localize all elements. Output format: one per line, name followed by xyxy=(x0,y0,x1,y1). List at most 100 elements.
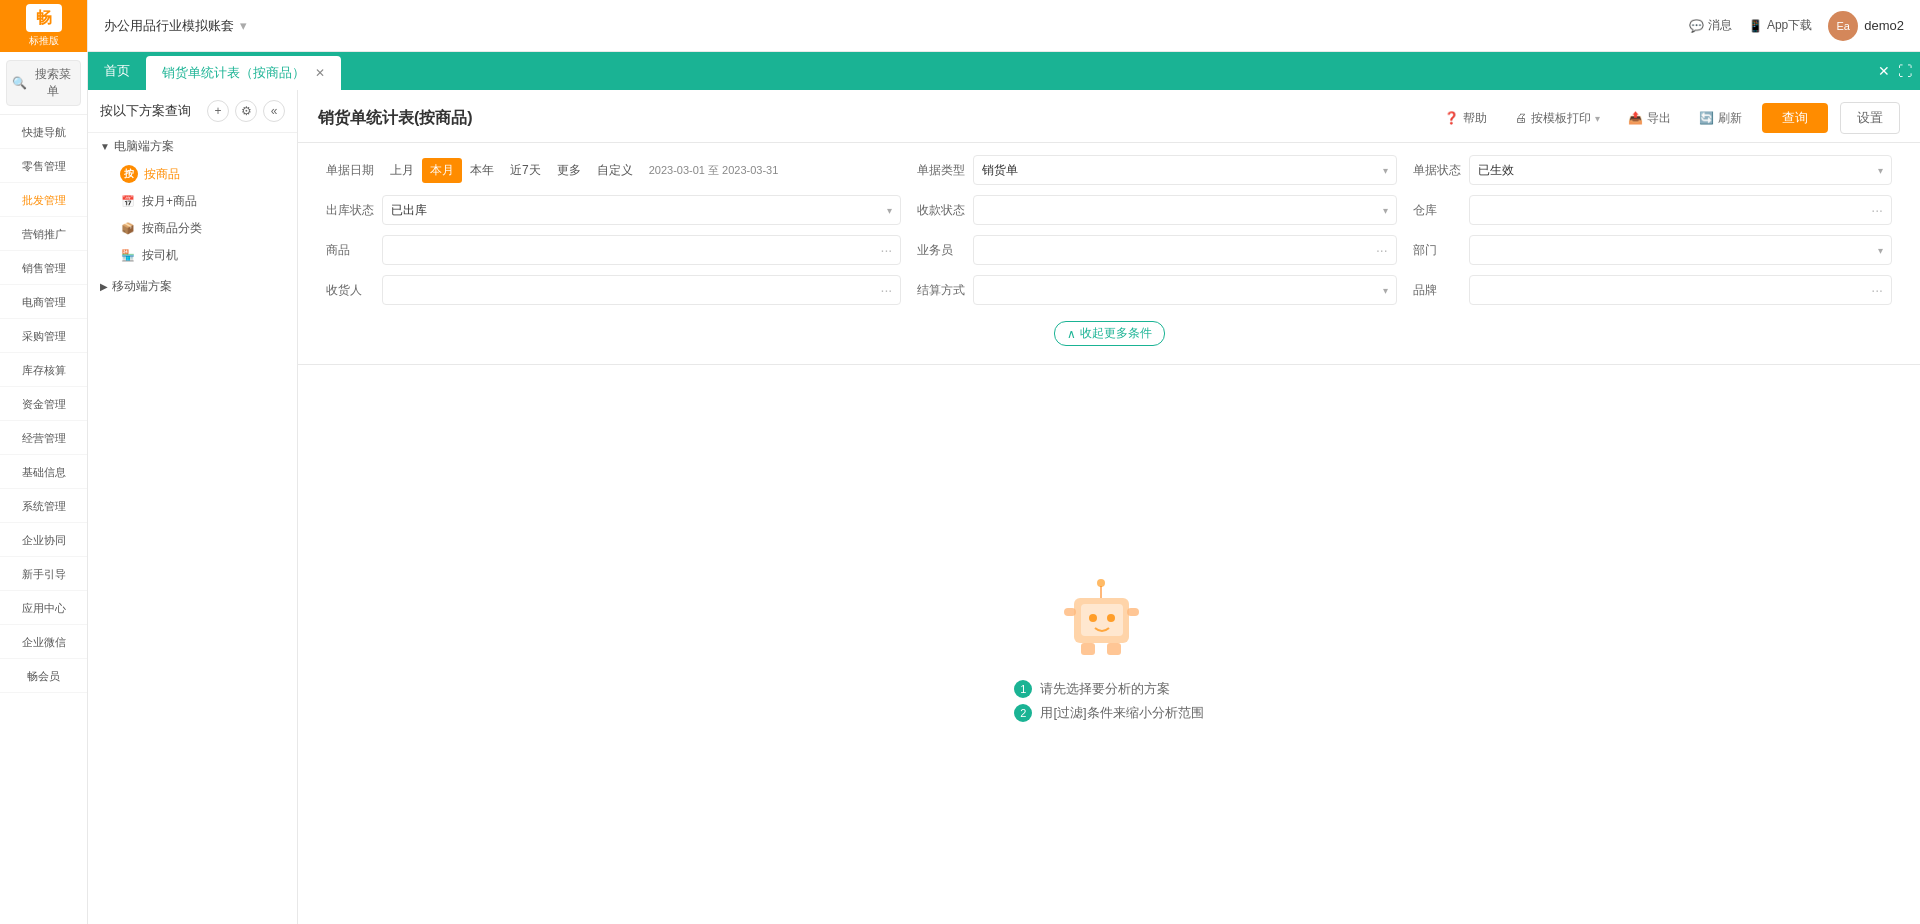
payment-label: 结算方式 xyxy=(917,282,973,299)
filter-date-item: 单据日期 上月 本月 本年 近7天 更多 自定义 2023-03-01 至 20… xyxy=(318,158,909,183)
receive-status-label: 收款状态 xyxy=(917,202,973,219)
page-actions: ❓ 帮助 🖨 按模板打印 ▾ 📤 导出 🔄 刷新 xyxy=(1436,102,1900,134)
app-download-label: App下载 xyxy=(1767,17,1812,34)
topbar-title-area: 办公用品行业模拟账套 ▾ xyxy=(104,17,1677,35)
empty-svg-icon xyxy=(1059,568,1159,658)
doc-type-select[interactable]: 销货单 ▾ xyxy=(973,155,1396,185)
brand-label: 品牌 xyxy=(1413,282,1469,299)
by-driver-label: 按司机 xyxy=(142,247,178,264)
receive-status-chevron: ▾ xyxy=(1383,205,1388,216)
refresh-button[interactable]: 🔄 刷新 xyxy=(1691,106,1750,131)
payment-select[interactable]: ▾ xyxy=(973,275,1396,305)
content-area: 按以下方案查询 + ⚙ « ▼ 电脑端方案 按 按商品 📅 按月 xyxy=(88,90,1920,924)
export-button[interactable]: 📤 导出 xyxy=(1620,106,1679,131)
department-select[interactable]: ▾ xyxy=(1469,235,1892,265)
tabbar: 首页 销货单统计表（按商品） ✕ ✕ ⛶ xyxy=(88,52,1920,90)
tree-item-by-driver[interactable]: 🏪 按司机 xyxy=(88,242,297,269)
svg-rect-7 xyxy=(1107,643,1121,655)
export-icon: 📤 xyxy=(1628,111,1643,125)
sidebar-item-member[interactable]: 畅会员 xyxy=(0,659,87,693)
sidebar-item-wholesale[interactable]: 批发管理 xyxy=(0,183,87,217)
print-dropdown-icon[interactable]: ▾ xyxy=(1595,113,1600,124)
tree-desktop-parent[interactable]: ▼ 电脑端方案 xyxy=(88,133,297,160)
sidebar-item-purchase[interactable]: 采购管理 xyxy=(0,319,87,353)
receiver-dots[interactable]: ··· xyxy=(881,282,893,298)
phone-icon: 📱 xyxy=(1748,19,1763,33)
user-menu[interactable]: Ea demo2 xyxy=(1828,11,1904,41)
tab-maximize-icon[interactable]: ⛶ xyxy=(1898,63,1912,79)
tab-report-label: 销货单统计表（按商品） xyxy=(162,64,305,82)
sidebar-item-apps[interactable]: 应用中心 xyxy=(0,591,87,625)
doc-type-value: 销货单 xyxy=(982,162,1018,179)
sidebar-item-basic[interactable]: 基础信息 xyxy=(0,455,87,489)
tree-item-by-month-product[interactable]: 📅 按月+商品 xyxy=(88,188,297,215)
app-download-button[interactable]: 📱 App下载 xyxy=(1748,17,1812,34)
receiver-select[interactable]: ··· xyxy=(382,275,901,305)
date-more[interactable]: 更多 xyxy=(549,158,589,183)
warehouse-select[interactable]: ··· xyxy=(1469,195,1892,225)
tree-mobile-parent[interactable]: ▶ 移动端方案 xyxy=(88,273,297,300)
tip-2-num: 2 xyxy=(1014,704,1032,722)
sidebar-item-wechat[interactable]: 企业微信 xyxy=(0,625,87,659)
collapse-row: ∧ 收起更多条件 xyxy=(318,315,1900,352)
doc-type-chevron: ▾ xyxy=(1383,165,1388,176)
filter-row-3: 商品 ··· 业务员 ··· 部门 xyxy=(318,235,1900,265)
query-button[interactable]: 查询 xyxy=(1762,103,1828,133)
sidebar-item-quick-nav[interactable]: 快捷导航 xyxy=(0,115,87,149)
tab-close-icon[interactable]: ✕ xyxy=(315,66,325,80)
filter-receive-status-item: 收款状态 ▾ xyxy=(909,195,1404,225)
tab-report[interactable]: 销货单统计表（按商品） ✕ xyxy=(146,56,341,90)
date-this-year[interactable]: 本年 xyxy=(462,158,502,183)
logo-icon: 畅 xyxy=(26,4,62,32)
settings-scheme-button[interactable]: ⚙ xyxy=(235,100,257,122)
sidebar-item-cooperation[interactable]: 企业协同 xyxy=(0,523,87,557)
warehouse-dots[interactable]: ··· xyxy=(1871,202,1883,218)
sidebar-item-sales[interactable]: 销售管理 xyxy=(0,251,87,285)
out-status-value: 已出库 xyxy=(391,202,427,219)
sidebar-item-system[interactable]: 系统管理 xyxy=(0,489,87,523)
tree-item-by-product[interactable]: 按 按商品 xyxy=(88,160,297,188)
dropdown-icon[interactable]: ▾ xyxy=(240,18,247,33)
sidebar-item-marketing[interactable]: 营销推广 xyxy=(0,217,87,251)
sidebar-item-business[interactable]: 经营管理 xyxy=(0,421,87,455)
collapse-panel-button[interactable]: « xyxy=(263,100,285,122)
filter-payment-item: 结算方式 ▾ xyxy=(909,275,1404,305)
tree-mobile-arrow-icon: ▶ xyxy=(100,281,108,292)
print-button[interactable]: 🖨 按模板打印 ▾ xyxy=(1507,106,1608,131)
sidebar-item-finance[interactable]: 资金管理 xyxy=(0,387,87,421)
left-panel-header: 按以下方案查询 + ⚙ « xyxy=(88,90,297,133)
brand-dots[interactable]: ··· xyxy=(1871,282,1883,298)
collapse-button[interactable]: ∧ 收起更多条件 xyxy=(1054,321,1165,346)
add-scheme-button[interactable]: + xyxy=(207,100,229,122)
receive-status-select[interactable]: ▾ xyxy=(973,195,1396,225)
svg-rect-8 xyxy=(1064,608,1076,616)
sidebar-item-ecommerce[interactable]: 电商管理 xyxy=(0,285,87,319)
help-button[interactable]: ❓ 帮助 xyxy=(1436,106,1495,131)
date-this-month[interactable]: 本月 xyxy=(422,158,462,183)
tab-home[interactable]: 首页 xyxy=(88,52,146,90)
search-menu-button[interactable]: 🔍 搜索菜单 xyxy=(6,60,81,106)
sidebar-item-inventory[interactable]: 库存核算 xyxy=(0,353,87,387)
product-select[interactable]: ··· xyxy=(382,235,901,265)
svg-point-2 xyxy=(1089,614,1097,622)
help-icon: ❓ xyxy=(1444,111,1459,125)
date-7days[interactable]: 近7天 xyxy=(502,158,549,183)
settings-button[interactable]: 设置 xyxy=(1840,102,1900,134)
doc-status-select[interactable]: 已生效 ▾ xyxy=(1469,155,1892,185)
sidebar-item-guide[interactable]: 新手引导 xyxy=(0,557,87,591)
sidebar-item-retail[interactable]: 零售管理 xyxy=(0,149,87,183)
salesperson-select[interactable]: ··· xyxy=(973,235,1396,265)
brand-select[interactable]: ··· xyxy=(1469,275,1892,305)
tab-close-all-icon[interactable]: ✕ xyxy=(1878,63,1890,79)
date-custom[interactable]: 自定义 xyxy=(589,158,641,183)
date-last-month[interactable]: 上月 xyxy=(382,158,422,183)
left-scheme-panel: 按以下方案查询 + ⚙ « ▼ 电脑端方案 按 按商品 📅 按月 xyxy=(88,90,298,924)
salesperson-label: 业务员 xyxy=(917,242,973,259)
message-button[interactable]: 💬 消息 xyxy=(1689,17,1732,34)
tree-item-by-category[interactable]: 📦 按商品分类 xyxy=(88,215,297,242)
salesperson-dots[interactable]: ··· xyxy=(1376,242,1388,258)
app-logo[interactable]: 畅 标推版 xyxy=(0,0,87,52)
out-status-select[interactable]: 已出库 ▾ xyxy=(382,195,901,225)
out-status-chevron: ▾ xyxy=(887,205,892,216)
product-dots[interactable]: ··· xyxy=(881,242,893,258)
